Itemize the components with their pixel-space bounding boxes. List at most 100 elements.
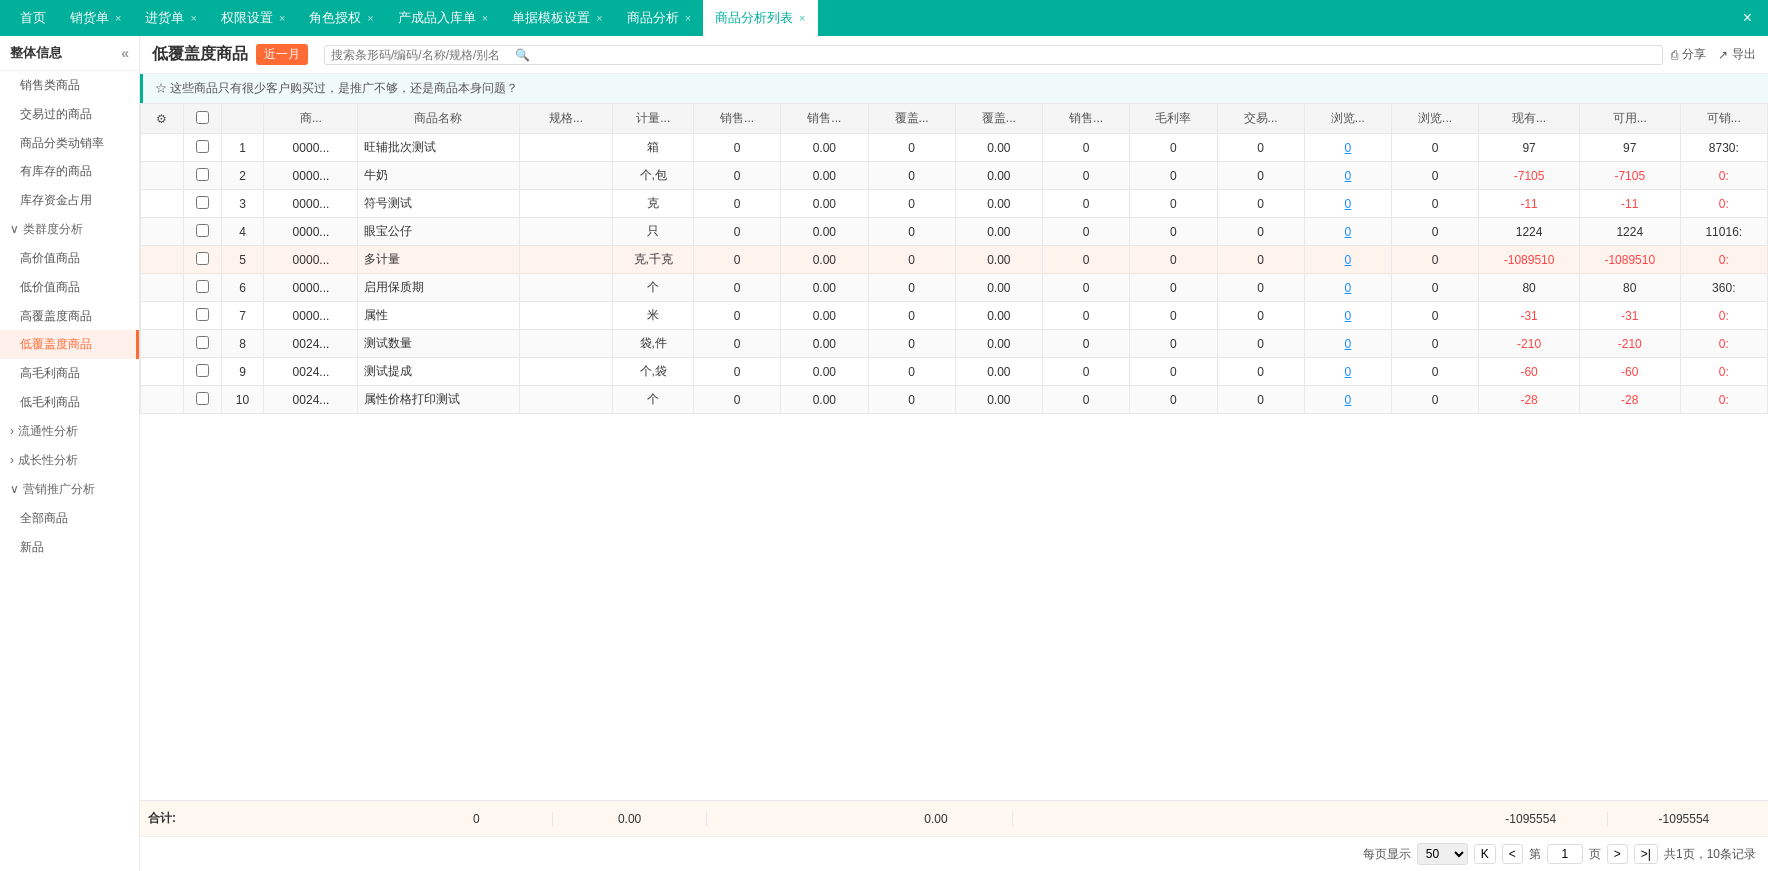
sidebar-item-high-coverage[interactable]: 高覆盖度商品 [0, 302, 139, 331]
next-page-button[interactable]: > [1607, 844, 1628, 864]
browse-cnt-link[interactable]: 0 [1345, 365, 1352, 379]
cell-checkbox[interactable] [183, 302, 221, 330]
cell-settings[interactable] [141, 274, 184, 302]
col-header-sku[interactable]: 商... [264, 104, 358, 134]
cell-checkbox[interactable] [183, 330, 221, 358]
sidebar-collapse-button[interactable]: « [121, 45, 129, 61]
close-icon[interactable]: × [596, 0, 602, 36]
col-header-browse-cnt[interactable]: 浏览... [1304, 104, 1391, 134]
browse-cnt-link[interactable]: 0 [1345, 197, 1352, 211]
cell-checkbox[interactable] [183, 358, 221, 386]
row-checkbox[interactable] [196, 364, 209, 377]
cell-checkbox[interactable] [183, 274, 221, 302]
sidebar-section-promo-title[interactable]: ∨ 营销推广分析 [0, 475, 139, 504]
sidebar-item-traded-goods[interactable]: 交易过的商品 [0, 100, 139, 129]
col-header-sales-qty[interactable]: 销售... [694, 104, 781, 134]
sidebar-item-high-value[interactable]: 高价值商品 [0, 244, 139, 273]
col-header-settings[interactable]: ⚙ [141, 104, 184, 134]
row-checkbox[interactable] [196, 280, 209, 293]
browse-cnt-link[interactable]: 0 [1345, 393, 1352, 407]
sidebar-item-stocked-goods[interactable]: 有库存的商品 [0, 157, 139, 186]
close-icon[interactable]: × [115, 0, 121, 36]
row-checkbox[interactable] [196, 196, 209, 209]
tab-goods-analysis-list[interactable]: 商品分析列表 × [703, 0, 817, 36]
cell-settings[interactable] [141, 218, 184, 246]
sidebar-item-high-margin[interactable]: 高毛利商品 [0, 359, 139, 388]
col-header-spec[interactable]: 规格... [519, 104, 613, 134]
close-icon[interactable]: × [190, 0, 196, 36]
col-header-cover-cnt[interactable]: 覆盖... [868, 104, 955, 134]
close-icon[interactable]: × [482, 0, 488, 36]
prev-page-button[interactable]: < [1502, 844, 1523, 864]
row-checkbox[interactable] [196, 140, 209, 153]
first-page-button[interactable]: K [1474, 844, 1496, 864]
cell-checkbox[interactable] [183, 134, 221, 162]
cell-browse-cnt[interactable]: 0 [1304, 274, 1391, 302]
cell-settings[interactable] [141, 358, 184, 386]
cell-checkbox[interactable] [183, 246, 221, 274]
row-checkbox[interactable] [196, 308, 209, 321]
col-header-curr-stock[interactable]: 现有... [1479, 104, 1580, 134]
sidebar-item-low-value[interactable]: 低价值商品 [0, 273, 139, 302]
cell-checkbox[interactable] [183, 386, 221, 414]
tab-goods-analysis[interactable]: 商品分析 × [615, 0, 703, 36]
tab-sales-order[interactable]: 销货单 × [58, 0, 133, 36]
close-all-tabs-button[interactable]: × [1735, 9, 1760, 27]
browse-cnt-link[interactable]: 0 [1345, 169, 1352, 183]
sidebar-section-flow-title[interactable]: › 流通性分析 [0, 417, 139, 446]
sidebar-item-all-goods[interactable]: 全部商品 [0, 504, 139, 533]
cell-browse-cnt[interactable]: 0 [1304, 218, 1391, 246]
col-header-sales-cnt[interactable]: 销售... [1043, 104, 1130, 134]
cell-browse-cnt[interactable]: 0 [1304, 358, 1391, 386]
tab-permissions[interactable]: 权限设置 × [209, 0, 297, 36]
tab-roles[interactable]: 角色授权 × [297, 0, 385, 36]
browse-cnt-link[interactable]: 0 [1345, 141, 1352, 155]
cell-browse-cnt[interactable]: 0 [1304, 386, 1391, 414]
row-checkbox[interactable] [196, 252, 209, 265]
search-input[interactable] [331, 48, 511, 62]
close-icon[interactable]: × [367, 0, 373, 36]
cell-settings[interactable] [141, 302, 184, 330]
browse-cnt-link[interactable]: 0 [1345, 225, 1352, 239]
col-header-name[interactable]: 商品名称 [358, 104, 519, 134]
col-header-trade-cnt[interactable]: 交易... [1217, 104, 1304, 134]
cell-settings[interactable] [141, 330, 184, 358]
close-icon[interactable]: × [279, 0, 285, 36]
sidebar-item-new-goods[interactable]: 新品 [0, 533, 139, 562]
sidebar-item-sales-goods[interactable]: 销售类商品 [0, 71, 139, 100]
sidebar-item-category-rate[interactable]: 商品分类动销率 [0, 129, 139, 158]
col-header-cover-rate[interactable]: 覆盖... [955, 104, 1042, 134]
table-container[interactable]: ⚙ 商... 商品名称 规格... 计量... 销售... 销售... 覆盖..… [140, 103, 1768, 800]
row-checkbox[interactable] [196, 336, 209, 349]
col-header-sellable[interactable]: 可销... [1680, 104, 1767, 134]
tab-purchase-order[interactable]: 进货单 × [133, 0, 208, 36]
cell-settings[interactable] [141, 190, 184, 218]
row-checkbox[interactable] [196, 168, 209, 181]
filter-period-button[interactable]: 近一月 [256, 44, 308, 65]
close-icon[interactable]: × [799, 0, 805, 36]
close-icon[interactable]: × [685, 0, 691, 36]
sidebar-item-low-margin[interactable]: 低毛利商品 [0, 388, 139, 417]
cell-browse-cnt[interactable]: 0 [1304, 162, 1391, 190]
browse-cnt-link[interactable]: 0 [1345, 337, 1352, 351]
cell-browse-cnt[interactable]: 0 [1304, 190, 1391, 218]
cell-browse-cnt[interactable]: 0 [1304, 330, 1391, 358]
col-header-avail-stock[interactable]: 可用... [1579, 104, 1680, 134]
tab-home[interactable]: 首页 [8, 0, 58, 36]
cell-checkbox[interactable] [183, 162, 221, 190]
page-number-input[interactable] [1547, 844, 1583, 864]
select-all-checkbox[interactable] [196, 111, 209, 124]
export-button[interactable]: ↗ 导出 [1718, 46, 1756, 63]
row-checkbox[interactable] [196, 392, 209, 405]
cell-settings[interactable] [141, 246, 184, 274]
col-header-sales-amt[interactable]: 销售... [781, 104, 868, 134]
search-icon[interactable]: 🔍 [515, 48, 530, 62]
row-checkbox[interactable] [196, 224, 209, 237]
cell-settings[interactable] [141, 134, 184, 162]
col-header-checkbox[interactable] [183, 104, 221, 134]
cell-checkbox[interactable] [183, 218, 221, 246]
cell-settings[interactable] [141, 162, 184, 190]
tab-template-settings[interactable]: 单据模板设置 × [500, 0, 614, 36]
cell-browse-cnt[interactable]: 0 [1304, 302, 1391, 330]
share-button[interactable]: ⎙ 分享 [1671, 46, 1706, 63]
